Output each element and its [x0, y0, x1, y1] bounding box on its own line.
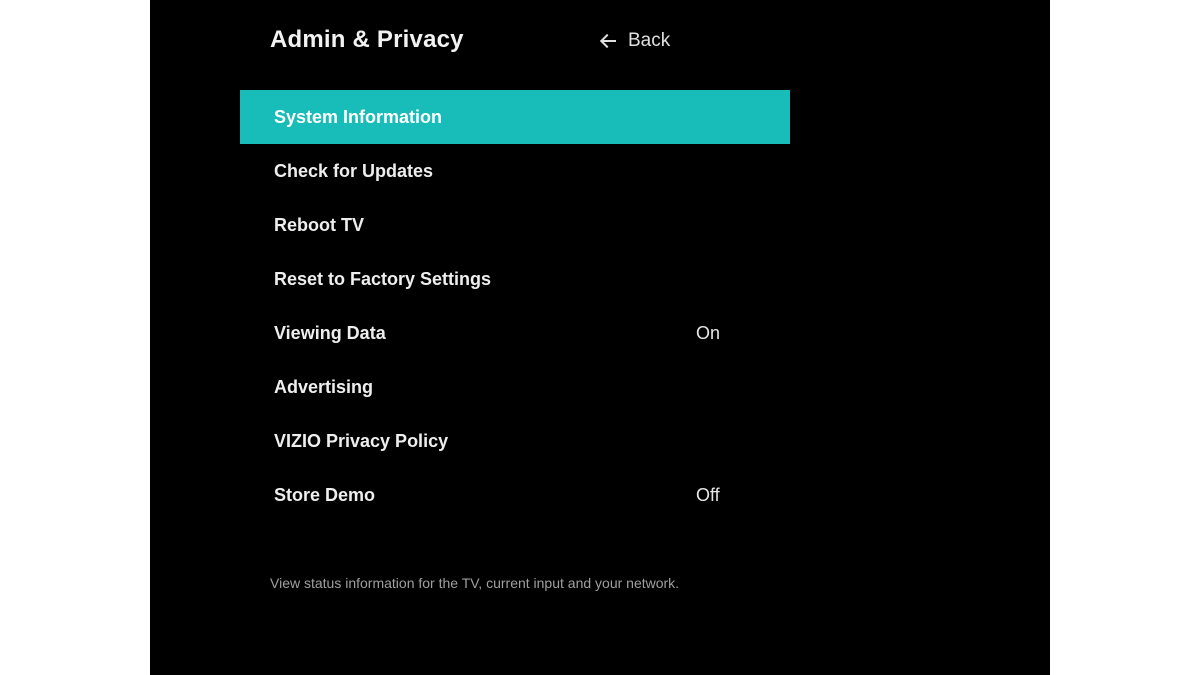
menu-item-system-information[interactable]: System Information	[240, 90, 790, 144]
back-label: Back	[628, 30, 670, 52]
menu-item-description: View status information for the TV, curr…	[270, 575, 870, 591]
menu-item-label: System Information	[274, 107, 442, 128]
tv-settings-screen: Admin & Privacy Back System Information …	[150, 0, 1050, 675]
menu-item-label: Check for Updates	[274, 161, 433, 182]
menu-item-viewing-data[interactable]: Viewing Data On	[240, 306, 790, 360]
menu-item-label: Advertising	[274, 377, 373, 398]
menu-item-privacy-policy[interactable]: VIZIO Privacy Policy	[240, 414, 790, 468]
menu-item-label: Store Demo	[274, 485, 375, 506]
menu-item-advertising[interactable]: Advertising	[240, 360, 790, 414]
header: Admin & Privacy Back	[150, 0, 1050, 70]
menu-item-label: VIZIO Privacy Policy	[274, 431, 448, 452]
back-button[interactable]: Back	[600, 30, 670, 52]
arrow-left-icon	[600, 32, 618, 50]
menu-item-label: Reset to Factory Settings	[274, 269, 491, 290]
menu-item-store-demo[interactable]: Store Demo Off	[240, 468, 790, 522]
menu-item-reset-factory[interactable]: Reset to Factory Settings	[240, 252, 790, 306]
menu-item-label: Viewing Data	[274, 323, 386, 344]
settings-menu: System Information Check for Updates Reb…	[240, 90, 790, 522]
menu-item-label: Reboot TV	[274, 215, 364, 236]
menu-item-value: Off	[666, 485, 756, 506]
page-title: Admin & Privacy	[270, 26, 464, 54]
menu-item-reboot-tv[interactable]: Reboot TV	[240, 198, 790, 252]
menu-item-check-for-updates[interactable]: Check for Updates	[240, 144, 790, 198]
menu-item-value: On	[666, 323, 756, 344]
